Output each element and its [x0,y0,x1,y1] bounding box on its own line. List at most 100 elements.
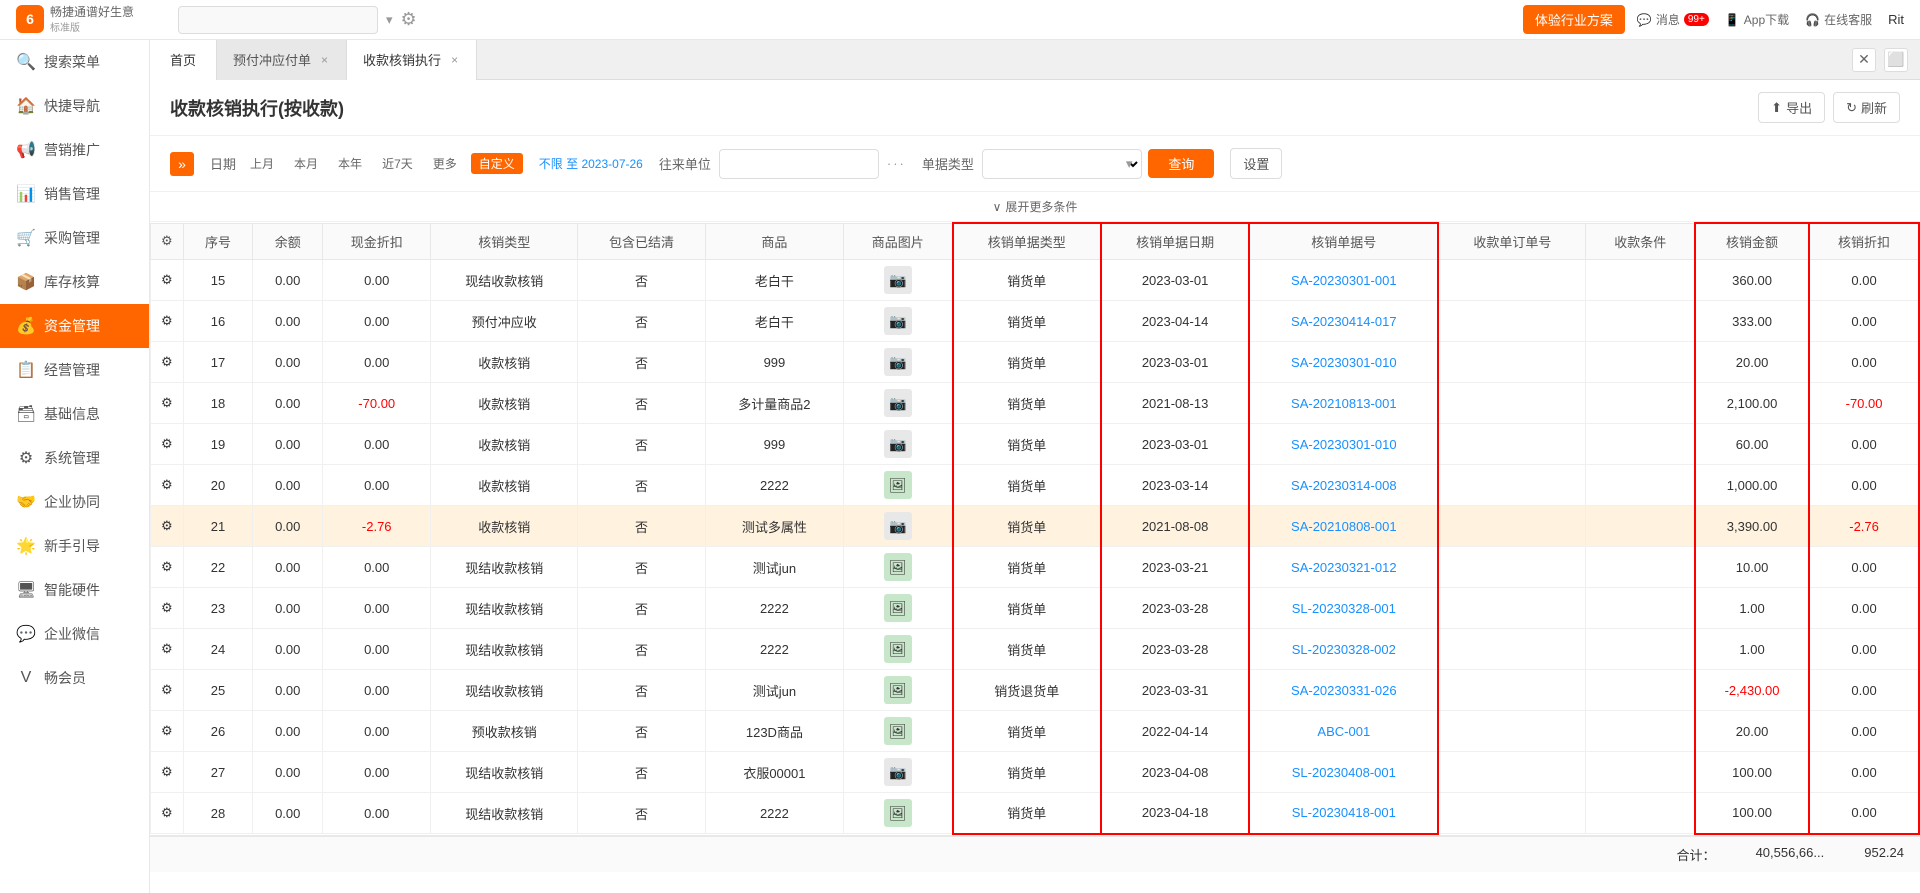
tab-maximize-btn[interactable]: ⬜ [1884,48,1908,72]
row-settings[interactable]: ⚙ [151,670,184,711]
expand-more-btn[interactable]: ∨ 展开更多条件 [993,198,1078,215]
date-this-month[interactable]: 本月 [288,153,324,174]
bill-no-link[interactable]: SA-20230301-001 [1291,273,1397,288]
bill-no-link[interactable]: SA-20230321-012 [1291,560,1397,575]
row-settings-icon[interactable]: ⚙ [161,436,173,451]
bill-no-link[interactable]: SL-20230328-002 [1292,642,1396,657]
row-settings[interactable]: ⚙ [151,260,184,301]
bill-no-link[interactable]: SA-20230301-010 [1291,437,1397,452]
export-btn[interactable]: ⬆ 导出 [1758,92,1825,123]
sidebar-label: 系统管理 [44,448,100,468]
date-custom-btn[interactable]: 自定义 [471,153,523,174]
row-settings-icon[interactable]: ⚙ [161,354,173,369]
tab-close-btn[interactable]: ✕ [1852,48,1876,72]
message-btn[interactable]: 💬 消息 99+ [1637,11,1709,28]
row-settings[interactable]: ⚙ [151,506,184,547]
sidebar-item-purchase[interactable]: 🛒 采购管理 [0,216,149,260]
tab-prepay-close[interactable]: × [319,51,330,69]
row-settings-icon[interactable]: ⚙ [161,641,173,656]
filter-toggle-btn[interactable]: » [170,152,194,176]
topbar-actions: 💬 消息 99+ 📱 App下载 🎧 在线客服 Rit [1637,11,1904,28]
sidebar-item-basic[interactable]: 🗃 基础信息 [0,392,149,436]
bill-no-link[interactable]: ABC-001 [1317,724,1370,739]
bill-no-link[interactable]: SA-20230314-008 [1291,478,1397,493]
sidebar-item-search[interactable]: 🔍 搜索菜单 [0,40,149,84]
row-settings[interactable]: ⚙ [151,424,184,465]
row-receipt-order-no [1438,793,1586,834]
sidebar-item-vip[interactable]: V 畅会员 [0,656,149,700]
sidebar-item-wechat[interactable]: 💬 企业微信 [0,612,149,656]
settings-icon[interactable]: ⚙ [401,9,417,30]
partner-dots[interactable]: ··· [887,156,906,171]
tab-prepay[interactable]: 预付冲应付单 × [217,40,347,80]
row-settings[interactable]: ⚙ [151,629,184,670]
bill-no-link[interactable]: SL-20230328-001 [1292,601,1396,616]
user-name: Rit [1888,12,1904,27]
row-settings[interactable]: ⚙ [151,465,184,506]
goods-image-thumb: 📷 [884,266,912,294]
row-settings-icon[interactable]: ⚙ [161,559,173,574]
bill-no-link[interactable]: SA-20230331-026 [1291,683,1397,698]
row-settings-icon[interactable]: ⚙ [161,313,173,328]
row-settings-icon[interactable]: ⚙ [161,272,173,287]
row-settings[interactable]: ⚙ [151,793,184,834]
date-this-year[interactable]: 本年 [332,153,368,174]
sidebar-item-inventory[interactable]: 📦 库存核算 [0,260,149,304]
bill-no-link[interactable]: SA-20210813-001 [1291,396,1397,411]
filter-bar: » 日期 上月 本月 本年 近7天 更多 自定义 不限 至 2023-07-26… [150,136,1920,192]
tab-bar-actions: ✕ ⬜ [1852,48,1920,72]
bill-no-link[interactable]: SL-20230408-001 [1292,765,1396,780]
bill-no-link[interactable]: SA-20230414-017 [1291,314,1397,329]
row-settings[interactable]: ⚙ [151,711,184,752]
sidebar-item-finance[interactable]: 💰 资金管理 [0,304,149,348]
sidebar-item-sales[interactable]: 📊 销售管理 [0,172,149,216]
sidebar-label: 快捷导航 [44,96,100,116]
row-settings[interactable]: ⚙ [151,752,184,793]
sidebar-item-system[interactable]: ⚙ 系统管理 [0,436,149,480]
sidebar-item-business[interactable]: 📋 经营管理 [0,348,149,392]
tab-writeoff-close[interactable]: × [449,51,460,69]
bill-type-select[interactable] [982,149,1142,179]
sidebar-item-quick-nav[interactable]: 🏠 快捷导航 [0,84,149,128]
date-7days[interactable]: 近7天 [376,153,419,174]
row-receipt-condition [1586,342,1695,383]
row-settings-icon[interactable]: ⚙ [161,723,173,738]
row-settings-icon[interactable]: ⚙ [161,518,173,533]
row-settings-icon[interactable]: ⚙ [161,764,173,779]
filter-settings-btn[interactable]: 设置 [1230,148,1282,179]
row-settings[interactable]: ⚙ [151,342,184,383]
row-settings-icon[interactable]: ⚙ [161,805,173,820]
col-settings[interactable]: ⚙ [151,223,184,260]
row-no: 19 [183,424,253,465]
row-settings-icon[interactable]: ⚙ [161,600,173,615]
date-more[interactable]: 更多 [427,153,463,174]
row-settings[interactable]: ⚙ [151,547,184,588]
partner-input[interactable] [719,149,879,179]
row-settings[interactable]: ⚙ [151,588,184,629]
row-settings[interactable]: ⚙ [151,383,184,424]
query-btn[interactable]: 查询 [1148,149,1214,178]
sidebar-item-hardware[interactable]: 🖥 智能硬件 [0,568,149,612]
bill-no-link[interactable]: SL-20230418-001 [1292,805,1396,820]
sidebar-item-marketing[interactable]: 📢 营销推广 [0,128,149,172]
top-search-input[interactable] [178,6,378,34]
sidebar-item-collab[interactable]: 🤝 企业协同 [0,480,149,524]
row-receipt-condition [1586,547,1695,588]
tab-writeoff[interactable]: 收款核销执行 × [347,40,477,80]
online-service-btn[interactable]: 🎧 在线客服 [1805,11,1872,28]
row-settings-icon[interactable]: ⚙ [161,395,173,410]
tab-home[interactable]: 首页 [150,40,217,80]
refresh-btn[interactable]: ↻ 刷新 [1833,92,1900,123]
row-receipt-order-no [1438,383,1586,424]
search-dropdown-icon[interactable]: ▾ [386,12,393,28]
date-last-month[interactable]: 上月 [244,153,280,174]
industry-btn[interactable]: 体验行业方案 [1523,5,1625,34]
bill-no-link[interactable]: SA-20230301-010 [1291,355,1397,370]
row-settings[interactable]: ⚙ [151,301,184,342]
row-settings-icon[interactable]: ⚙ [161,477,173,492]
bill-no-link[interactable]: SA-20210808-001 [1291,519,1397,534]
database-icon: 🗃 [16,404,36,424]
sidebar-item-guide[interactable]: 🌟 新手引导 [0,524,149,568]
row-settings-icon[interactable]: ⚙ [161,682,173,697]
app-download-btn[interactable]: 📱 App下载 [1725,11,1789,28]
